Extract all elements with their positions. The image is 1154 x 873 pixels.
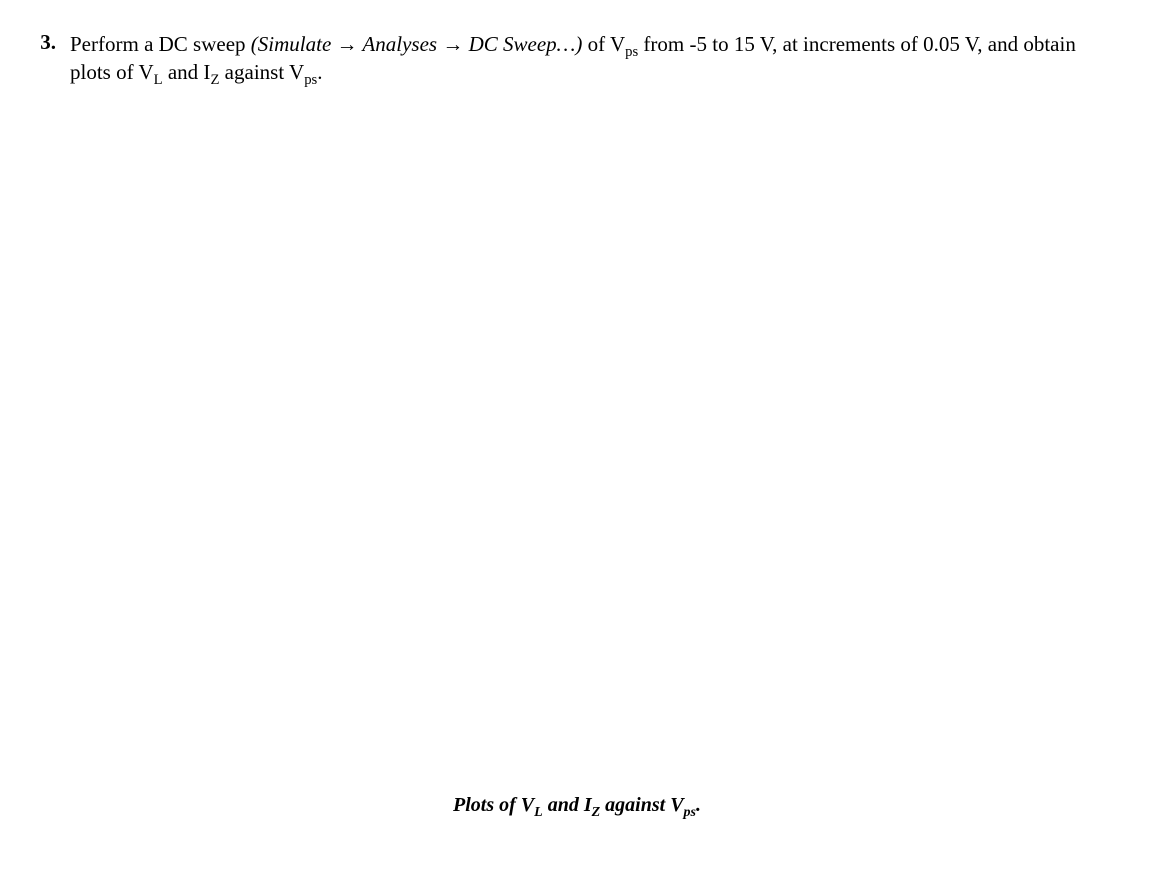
arrow-icon: → [437, 32, 469, 56]
text-segment: against V [219, 60, 304, 84]
caption-text: against V [600, 794, 683, 816]
subscript-Z: Z [592, 805, 601, 820]
text-segment: . [317, 60, 322, 84]
caption-text: . [696, 794, 701, 816]
text-segment: Perform a DC sweep [70, 32, 251, 56]
item-body: Perform a DC sweep (Simulate → Analyses … [70, 30, 1114, 87]
item-number: 3. [30, 30, 60, 55]
menu-analyses: Analyses [362, 32, 437, 56]
menu-path-open: ( [251, 32, 258, 56]
subscript-ps: ps [625, 44, 638, 60]
arrow-icon: → [331, 32, 362, 56]
text-segment: of V [582, 32, 625, 56]
question-item: 3. Perform a DC sweep (Simulate → Analys… [30, 30, 1114, 87]
subscript-ps: ps [684, 805, 696, 820]
subscript-ps: ps [304, 73, 317, 89]
figure-caption: Plots of VL and IZ against Vps. [0, 794, 1154, 817]
menu-dcsweep: DC Sweep… [469, 32, 576, 56]
menu-simulate: Simulate [258, 32, 332, 56]
subscript-L: L [154, 73, 163, 89]
caption-text: and I [543, 794, 592, 816]
caption-text: Plots of V [453, 794, 534, 816]
text-segment: and I [163, 60, 211, 84]
subscript-L: L [534, 805, 543, 820]
